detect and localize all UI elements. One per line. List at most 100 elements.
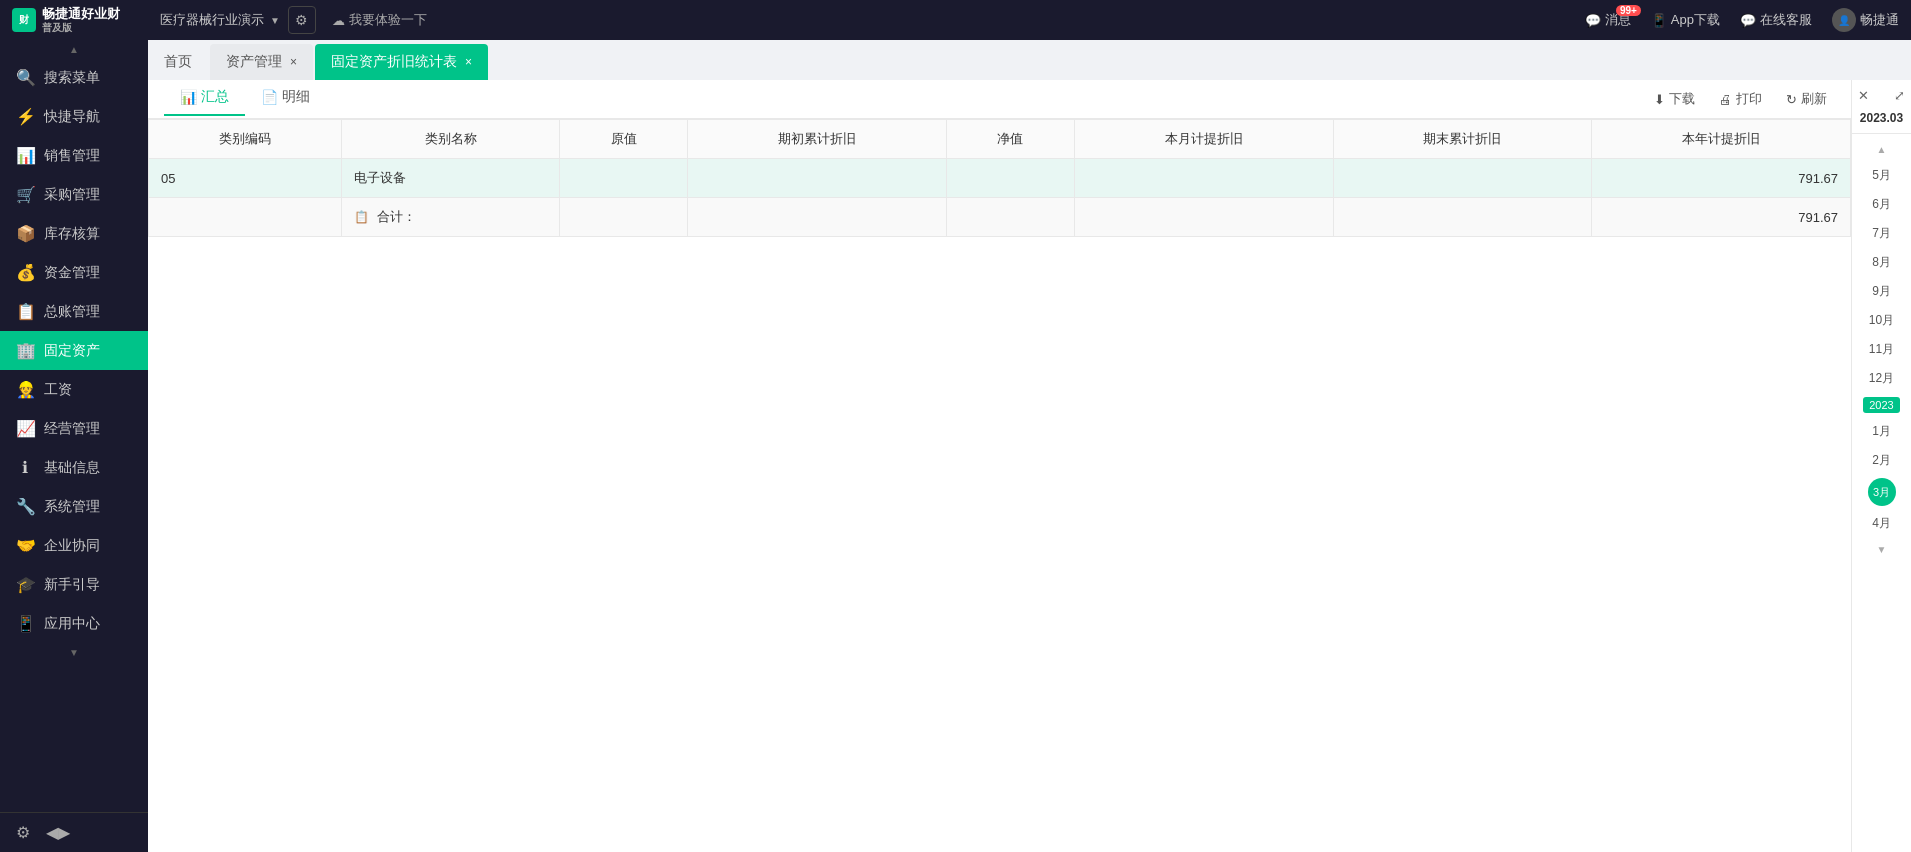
basic-info-icon: ℹ [16, 458, 34, 477]
user-avatar[interactable]: 👤 畅捷通 [1832, 8, 1899, 32]
company-chevron-icon: ▼ [270, 15, 280, 26]
table-row[interactable]: 05 电子设备 791.67 [149, 159, 1851, 198]
sidebar-item-collaboration[interactable]: 🤝 企业协同 [0, 526, 148, 565]
scroll-up-icon[interactable]: ▲ [1871, 141, 1893, 158]
main-layout: ▲ 🔍 搜索菜单 ⚡ 快捷导航 📊 销售管理 🛒 采购管理 📦 库存核算 💰 资… [0, 40, 1911, 852]
refresh-button[interactable]: ↻ 刷新 [1778, 86, 1835, 112]
sidebar-item-basic-info-label: 基础信息 [44, 459, 100, 477]
payroll-icon: 👷 [16, 380, 34, 399]
month-5[interactable]: 5月 [1852, 161, 1911, 190]
sidebar-collapse-icon[interactable]: ◀▶ [46, 823, 70, 842]
col-code: 类别编码 [149, 120, 342, 159]
logo-text: 畅捷通好业财 普及版 [42, 6, 120, 34]
sidebar-item-collaboration-label: 企业协同 [44, 537, 100, 555]
company-settings-button[interactable]: ⚙ [288, 6, 316, 34]
month-10[interactable]: 10月 [1852, 306, 1911, 335]
download-button[interactable]: ⬇ 下载 [1646, 86, 1703, 112]
close-icon[interactable]: ✕ [1858, 88, 1869, 103]
month-11-label: 11月 [1863, 338, 1900, 361]
refresh-icon: ↻ [1786, 92, 1797, 107]
sidebar-item-sales[interactable]: 📊 销售管理 [0, 136, 148, 175]
sidebar-item-purchase[interactable]: 🛒 采购管理 [0, 175, 148, 214]
cell-code: 05 [149, 159, 342, 198]
print-button[interactable]: 🖨 打印 [1711, 86, 1770, 112]
sidebar-item-fixed-assets[interactable]: 🏢 固定资产 [0, 331, 148, 370]
app-download-button[interactable]: 📱 App下载 [1651, 11, 1720, 29]
month-3-label: 3月 [1868, 478, 1896, 506]
month-12[interactable]: 12月 [1852, 364, 1911, 393]
cell-ending-accumulated [1333, 159, 1592, 198]
sidebar-item-basic-info[interactable]: ℹ 基础信息 [0, 448, 148, 487]
tab-depreciation-table[interactable]: 固定资产折旧统计表 × [315, 44, 488, 80]
month-1[interactable]: 1月 [1852, 417, 1911, 446]
col-name: 类别名称 [342, 120, 560, 159]
sub-tab-summary[interactable]: 📊 汇总 [164, 82, 245, 116]
print-label: 打印 [1736, 90, 1762, 108]
detail-tab-icon: 📄 [261, 89, 278, 105]
sidebar-item-inventory[interactable]: 📦 库存核算 [0, 214, 148, 253]
logo-main: 畅捷通好业财 [42, 6, 120, 22]
collaboration-icon: 🤝 [16, 536, 34, 555]
year-2023-tag[interactable]: 2023 [1863, 397, 1899, 413]
experience-button[interactable]: ☁ 我要体验一下 [332, 11, 427, 29]
sidebar-settings-icon[interactable]: ⚙ [16, 823, 30, 842]
month-3-active[interactable]: 3月 [1852, 475, 1911, 509]
sub-tab-summary-label: 汇总 [201, 88, 229, 106]
sidebar-item-system[interactable]: 🔧 系统管理 [0, 487, 148, 526]
scroll-down-row: ▼ [1852, 538, 1911, 561]
system-icon: 🔧 [16, 497, 34, 516]
sidebar-item-quick-nav[interactable]: ⚡ 快捷导航 [0, 97, 148, 136]
sidebar-scroll-up[interactable]: ▲ [0, 40, 148, 58]
month-11[interactable]: 11月 [1852, 335, 1911, 364]
sidebar-item-app-center[interactable]: 📱 应用中心 [0, 604, 148, 643]
sidebar-item-system-label: 系统管理 [44, 498, 100, 516]
month-4[interactable]: 4月 [1852, 509, 1911, 538]
col-ending-accumulated: 期末累计折旧 [1333, 120, 1592, 159]
month-9[interactable]: 9月 [1852, 277, 1911, 306]
cell-original-value [559, 159, 687, 198]
year-2023-section: 2023 [1852, 393, 1911, 417]
sidebar-item-finance-label: 资金管理 [44, 264, 100, 282]
sidebar-item-guide-label: 新手引导 [44, 576, 100, 594]
tab-asset-mgmt-close-icon[interactable]: × [290, 55, 297, 69]
finance-icon: 💰 [16, 263, 34, 282]
tab-depreciation-close-icon[interactable]: × [465, 55, 472, 69]
month-2[interactable]: 2月 [1852, 446, 1911, 475]
sub-tab-detail[interactable]: 📄 明细 [245, 82, 326, 116]
col-monthly-depreciation: 本月计提折旧 [1074, 120, 1333, 159]
sidebar-item-operations-label: 经营管理 [44, 420, 100, 438]
tab-home[interactable]: 首页 [148, 44, 208, 80]
summary-expand-icon[interactable]: 📋 [354, 210, 369, 224]
sidebar-item-quick-nav-label: 快捷导航 [44, 108, 100, 126]
customer-service-button[interactable]: 💬 在线客服 [1740, 11, 1812, 29]
month-6[interactable]: 6月 [1852, 190, 1911, 219]
company-selector[interactable]: 医疗器械行业演示 ▼ [160, 11, 280, 29]
summary-original-value [559, 198, 687, 237]
sidebar-scroll-down[interactable]: ▼ [0, 643, 148, 661]
sidebar-item-ledger-label: 总账管理 [44, 303, 100, 321]
month-8[interactable]: 8月 [1852, 248, 1911, 277]
col-annual-depreciation: 本年计提折旧 [1592, 120, 1851, 159]
summary-annual-depreciation: 791.67 [1592, 198, 1851, 237]
scroll-down-icon[interactable]: ▼ [1871, 541, 1893, 558]
sidebar-item-payroll[interactable]: 👷 工资 [0, 370, 148, 409]
content-area: 首页 资产管理 × 固定资产折旧统计表 × 📊 汇总 [148, 40, 1911, 852]
sidebar-item-inventory-label: 库存核算 [44, 225, 100, 243]
sidebar-item-search[interactable]: 🔍 搜索菜单 [0, 58, 148, 97]
summary-empty [149, 198, 342, 237]
sidebar-item-operations[interactable]: 📈 经营管理 [0, 409, 148, 448]
sidebar-item-guide[interactable]: 🎓 新手引导 [0, 565, 148, 604]
top-bar: 财 畅捷通好业财 普及版 医疗器械行业演示 ▼ ⚙ ☁ 我要体验一下 💬 消息 … [0, 0, 1911, 40]
month-4-label: 4月 [1866, 512, 1897, 535]
app-center-icon: 📱 [16, 614, 34, 633]
right-panel: ✕ ⤢ 2023.03 ▲ 5月 6月 7月 [1851, 80, 1911, 852]
logo-icon: 财 [12, 8, 36, 32]
month-7[interactable]: 7月 [1852, 219, 1911, 248]
guide-icon: 🎓 [16, 575, 34, 594]
expand-icon[interactable]: ⤢ [1894, 88, 1905, 103]
sidebar-item-finance[interactable]: 💰 资金管理 [0, 253, 148, 292]
message-button[interactable]: 💬 消息 99+ [1585, 11, 1631, 29]
summary-label-text: 合计： [377, 209, 416, 224]
sidebar-item-ledger[interactable]: 📋 总账管理 [0, 292, 148, 331]
tab-asset-mgmt[interactable]: 资产管理 × [210, 44, 313, 80]
